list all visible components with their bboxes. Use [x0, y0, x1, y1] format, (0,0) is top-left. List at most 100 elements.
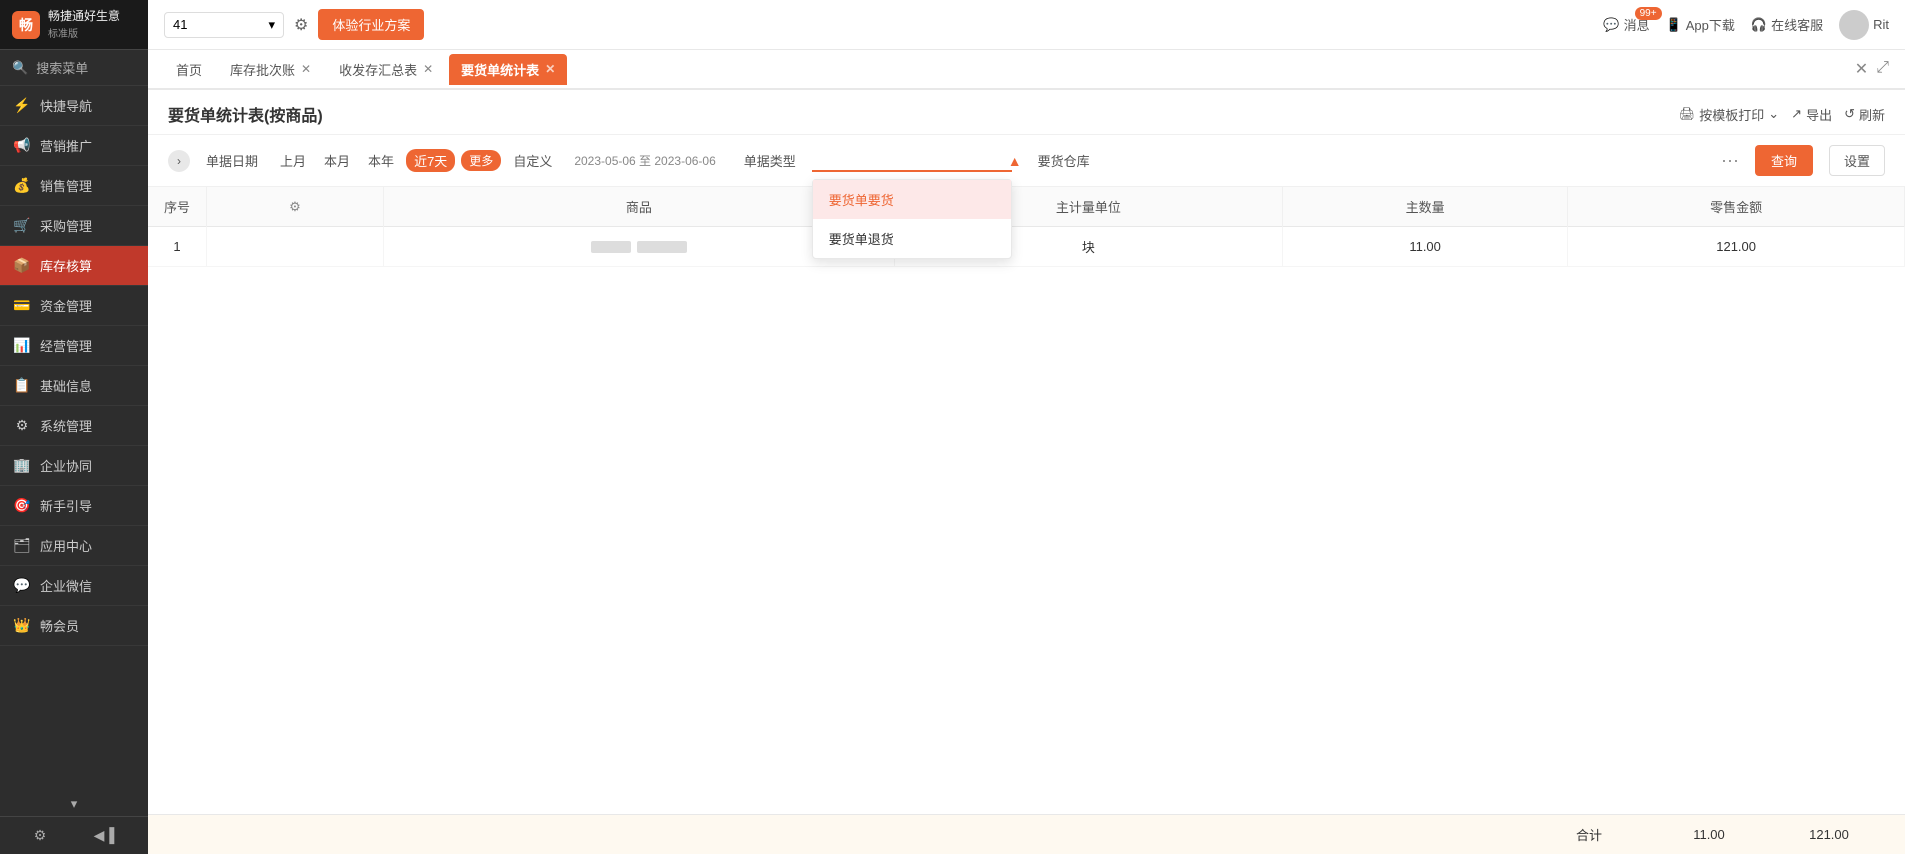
gear-icon[interactable]: ⚙ [289, 199, 301, 214]
table-row: 1 块 11.00 121.00 [148, 227, 1905, 267]
sidebar-item-quick-nav[interactable]: ⚡ 快捷导航 [0, 86, 148, 126]
sidebar-search[interactable]: 🔍 搜索菜单 [0, 50, 148, 86]
date-range-display: 2023-05-06 至 2023-06-06 [574, 152, 715, 169]
sidebar-logo: 畅 畅捷通好生意 标准版 [0, 0, 148, 50]
collapse-icon[interactable]: ◀▐ [94, 827, 115, 844]
topbar-left: 41 ▾ ⚙ 体验行业方案 [164, 9, 424, 40]
table-footer: 合计 11.00 121.00 [148, 814, 1905, 854]
dropdown-item-requisition-order[interactable]: 要货单要货 [813, 180, 1011, 219]
footer-amount: 121.00 [1769, 827, 1889, 842]
enterprise-icon: 🏢 [12, 457, 32, 474]
sidebar-item-enterprise[interactable]: 🏢 企业协同 [0, 446, 148, 486]
warehouse-label: 要货仓库 [1038, 151, 1090, 170]
sidebar-scroll-down[interactable]: ▾ [0, 792, 148, 816]
sidebar-item-label-appstore: 应用中心 [40, 536, 92, 555]
tab-inventory-batch[interactable]: 库存批次账 ✕ [218, 54, 323, 85]
dropdown-item-requisition-return[interactable]: 要货单退货 [813, 219, 1011, 258]
settings-icon[interactable]: ⚙ [34, 827, 47, 844]
tab-close-inventory-batch[interactable]: ✕ [301, 62, 311, 76]
refresh-icon: ↺ [1844, 106, 1855, 122]
tab-shipment-summary[interactable]: 收发存汇总表 ✕ [327, 54, 445, 85]
page-title: 要货单统计表(按商品) [168, 102, 323, 126]
app-download-item[interactable]: 📱 App下载 [1666, 15, 1735, 34]
tab-label-shipment-summary: 收发存汇总表 [339, 60, 417, 79]
export-icon: ↗ [1791, 106, 1802, 122]
type-label: 单据类型 [744, 151, 796, 170]
quick-nav-icon: ⚡ [12, 97, 32, 114]
online-service-item[interactable]: 🎧 在线客服 [1751, 15, 1823, 34]
sidebar-footer: ⚙ ◀▐ [0, 816, 148, 854]
sidebar-item-guide[interactable]: 🎯 新手引导 [0, 486, 148, 526]
sidebar-item-system[interactable]: ⚙系统管理 [0, 406, 148, 446]
sidebar-item-inventory[interactable]: 📦库存核算 [0, 246, 148, 286]
sidebar-item-marketing[interactable]: 📢营销推广 [0, 126, 148, 166]
page-content: 要货单统计表(按商品) 🖨 按模板打印 ⌄ ↗ 导出 ↺ 刷新 › [148, 90, 1905, 854]
sidebar-item-label-quick-nav: 快捷导航 [40, 96, 92, 115]
page-header: 要货单统计表(按商品) 🖨 按模板打印 ⌄ ↗ 导出 ↺ 刷新 [148, 90, 1905, 135]
export-btn[interactable]: ↗ 导出 [1791, 105, 1832, 124]
trial-btn[interactable]: 体验行业方案 [318, 9, 424, 40]
finance-icon: 💳 [12, 297, 32, 314]
tab-close-requisition-summary[interactable]: ✕ [545, 62, 555, 76]
sidebar-item-purchase[interactable]: 🛒采购管理 [0, 206, 148, 246]
date-btn-this-month[interactable]: 本月 [318, 148, 356, 173]
refresh-btn[interactable]: ↺ 刷新 [1844, 105, 1885, 124]
date-btn-custom[interactable]: 自定义 [507, 148, 558, 173]
sidebar-item-basics[interactable]: 📋基础信息 [0, 366, 148, 406]
expand-tabs-icon[interactable]: ⤢ [1876, 59, 1889, 79]
settings-btn[interactable]: 设置 [1829, 145, 1885, 176]
tab-label-inventory-batch: 库存批次账 [230, 60, 295, 79]
date-btn-up-month[interactable]: 上月 [274, 148, 312, 173]
system-icon: ⚙ [12, 417, 32, 434]
date-btn-this-year[interactable]: 本年 [362, 148, 400, 173]
footer-label: 合计 [1529, 825, 1649, 844]
sidebar-item-label-guide: 新手引导 [40, 496, 92, 515]
type-select-input[interactable] [812, 149, 1012, 172]
sidebar-nav: ⚡ 快捷导航 📢营销推广💰销售管理🛒采购管理📦库存核算 💳 资金管理 📊经营管理📋基础信息… [0, 86, 148, 792]
print-template-btn[interactable]: 🖨 按模板打印 ⌄ [1679, 105, 1779, 124]
date-buttons: 上月 本月 本年 近7天 更多 自定义 [274, 148, 558, 173]
purchase-icon: 🛒 [12, 217, 32, 234]
appstore-icon: 🗂 [12, 537, 32, 554]
cell-quantity: 11.00 [1283, 227, 1568, 267]
sidebar-item-label-enterprise: 企业协同 [40, 456, 92, 475]
date-btn-last7days[interactable]: 近7天 [406, 149, 455, 172]
date-btn-more[interactable]: 更多 [461, 150, 501, 171]
sidebar-item-sales[interactable]: 💰销售管理 [0, 166, 148, 206]
query-btn[interactable]: 查询 [1755, 145, 1813, 176]
product-code-placeholder [637, 241, 687, 253]
chevron-down-icon: ⌄ [1768, 106, 1779, 122]
sidebar-item-label-member: 畅会员 [40, 616, 79, 635]
member-icon: 👑 [12, 617, 32, 634]
tab-requisition-summary[interactable]: 要货单统计表 ✕ [449, 54, 567, 85]
company-selector[interactable]: 41 ▾ [164, 12, 284, 38]
type-dropdown: 要货单要货 要货单退货 [812, 179, 1012, 259]
col-quantity: 主数量 [1283, 187, 1568, 227]
wechat-icon: 💬 [12, 577, 32, 594]
type-dropdown-chevron[interactable]: ▲ [1008, 153, 1022, 169]
tab-home[interactable]: 首页 [164, 54, 214, 85]
sidebar-item-operations[interactable]: 📊经营管理 [0, 326, 148, 366]
filter-expand-btn[interactable]: › [168, 150, 190, 172]
inventory-icon: 📦 [12, 257, 32, 274]
sidebar-item-label-marketing: 营销推广 [40, 136, 92, 155]
tab-label-requisition-summary: 要货单统计表 [461, 60, 539, 79]
message-badge: 99+ [1635, 7, 1662, 20]
sidebar-item-member[interactable]: 👑 畅会员 [0, 606, 148, 646]
topbar-settings-icon[interactable]: ⚙ [294, 15, 308, 35]
tab-close-shipment-summary[interactable]: ✕ [423, 62, 433, 76]
more-filters-icon[interactable]: ··· [1721, 150, 1739, 171]
data-table: 序号 ⚙ 商品 主计量单位 主数量 零售金额 1 [148, 187, 1905, 267]
sidebar-item-finance[interactable]: 💳 资金管理 [0, 286, 148, 326]
sidebar-item-appstore[interactable]: 🗂 应用中心 [0, 526, 148, 566]
tabs-bar: 首页 库存批次账 ✕ 收发存汇总表 ✕ 要货单统计表 ✕ ✕ ⤢ [148, 50, 1905, 90]
close-all-tabs-icon[interactable]: ✕ [1855, 59, 1868, 79]
message-item[interactable]: 💬 消息 99+ [1603, 15, 1649, 34]
guide-icon: 🎯 [12, 497, 32, 514]
sidebar-item-label-wechat: 企业微信 [40, 576, 92, 595]
type-select-wrapper: ▲ 要货单要货 要货单退货 [812, 149, 1022, 172]
sidebar-item-wechat[interactable]: 💬 企业微信 [0, 566, 148, 606]
col-gear[interactable]: ⚙ [207, 187, 384, 227]
user-info[interactable]: Rit [1839, 10, 1889, 40]
sidebar-item-label-finance: 资金管理 [40, 296, 92, 315]
